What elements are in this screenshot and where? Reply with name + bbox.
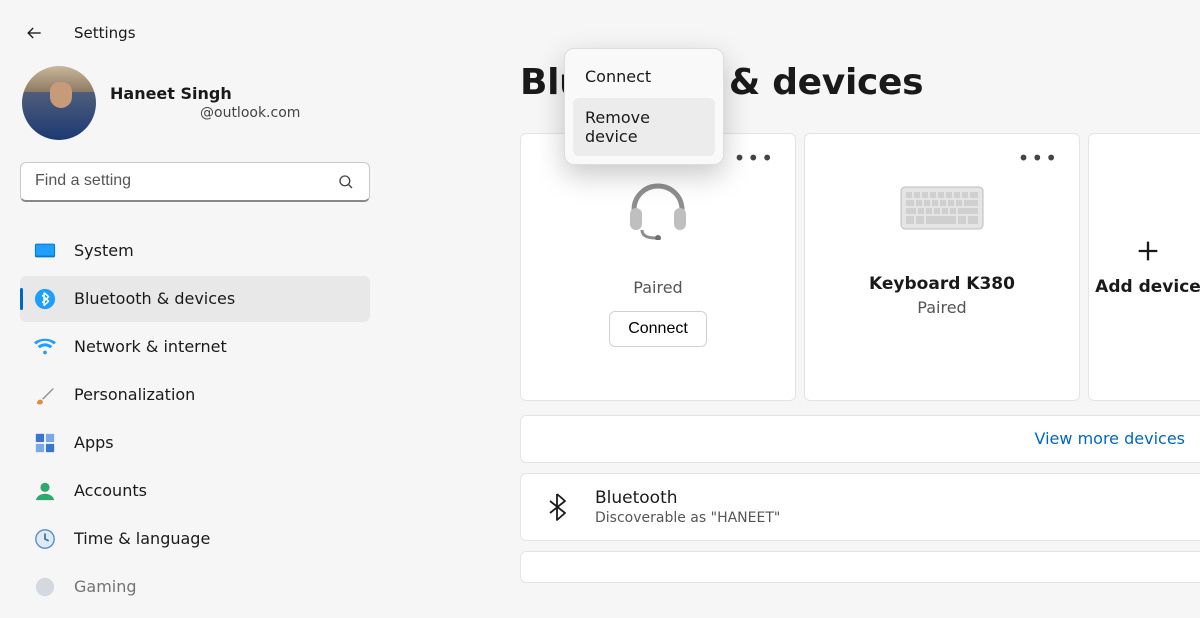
view-more-link[interactable]: View more devices (1035, 429, 1185, 448)
arrow-left-icon (24, 23, 44, 43)
nav-list: System Bluetooth & devices Network & int… (20, 228, 370, 610)
search-wrap (20, 162, 370, 202)
content-area: Bluetooth & devices ••• Paired Connect •… (390, 48, 1200, 618)
menu-item-connect[interactable]: Connect (573, 57, 715, 96)
connect-button[interactable]: Connect (609, 311, 707, 347)
add-device-card[interactable]: Add device (1088, 133, 1200, 401)
sidebar: Haneet Singh @outlook.com System Blu (0, 48, 390, 618)
add-device-label: Add device (1095, 277, 1200, 297)
profile-name: Haneet Singh (110, 84, 300, 103)
menu-item-remove[interactable]: Remove device (573, 98, 715, 156)
clock-icon (34, 528, 56, 550)
device-card-headset[interactable]: ••• Paired Connect (520, 133, 796, 401)
more-button[interactable]: ••• (1012, 144, 1065, 172)
device-name: Keyboard K380 (869, 274, 1015, 294)
sidebar-item-bluetooth[interactable]: Bluetooth & devices (20, 276, 370, 322)
bluetooth-setting-row[interactable]: Bluetooth Discoverable as "HANEET" (520, 473, 1200, 541)
apps-icon (34, 432, 56, 454)
more-button[interactable]: ••• (728, 144, 781, 172)
view-more-row[interactable]: View more devices (520, 415, 1200, 463)
accounts-icon (34, 480, 56, 502)
keyboard-icon (900, 172, 984, 244)
titlebar: Settings (0, 0, 1200, 48)
sidebar-item-label: Apps (74, 433, 114, 452)
device-cards: ••• Paired Connect ••• Keyboard K380 Pai… (520, 133, 1200, 401)
sidebar-item-label: System (74, 241, 134, 260)
sidebar-item-gaming[interactable]: Gaming (20, 564, 370, 610)
system-icon (34, 240, 56, 262)
search-input[interactable] (20, 162, 370, 202)
sidebar-item-apps[interactable]: Apps (20, 420, 370, 466)
wifi-icon (34, 336, 56, 358)
bluetooth-icon (34, 288, 56, 310)
sidebar-item-time[interactable]: Time & language (20, 516, 370, 562)
next-row-partial[interactable] (520, 551, 1200, 583)
device-status: Paired (917, 298, 966, 317)
app-title: Settings (74, 24, 136, 42)
gaming-icon (34, 576, 56, 598)
sidebar-item-label: Personalization (74, 385, 195, 404)
sidebar-item-label: Gaming (74, 577, 137, 596)
bluetooth-subtitle: Discoverable as "HANEET" (595, 510, 780, 526)
sidebar-item-label: Accounts (74, 481, 147, 500)
plus-icon (1134, 237, 1162, 265)
device-status: Paired (633, 278, 682, 297)
bluetooth-title: Bluetooth (595, 488, 780, 508)
device-card-keyboard[interactable]: ••• Keyboard K380 Paired (804, 133, 1080, 401)
sidebar-item-label: Network & internet (74, 337, 227, 356)
back-button[interactable] (22, 21, 46, 45)
sidebar-item-network[interactable]: Network & internet (20, 324, 370, 370)
bluetooth-glyph-icon (543, 493, 571, 521)
profile-block[interactable]: Haneet Singh @outlook.com (20, 66, 370, 140)
sidebar-item-label: Time & language (74, 529, 210, 548)
headset-icon (622, 172, 694, 244)
search-icon[interactable] (336, 172, 356, 192)
context-menu: Connect Remove device (564, 48, 724, 165)
sidebar-item-label: Bluetooth & devices (74, 289, 235, 308)
sidebar-item-system[interactable]: System (20, 228, 370, 274)
sidebar-item-accounts[interactable]: Accounts (20, 468, 370, 514)
avatar (22, 66, 96, 140)
sidebar-item-personalization[interactable]: Personalization (20, 372, 370, 418)
profile-email: @outlook.com (110, 105, 300, 121)
paintbrush-icon (34, 384, 56, 406)
